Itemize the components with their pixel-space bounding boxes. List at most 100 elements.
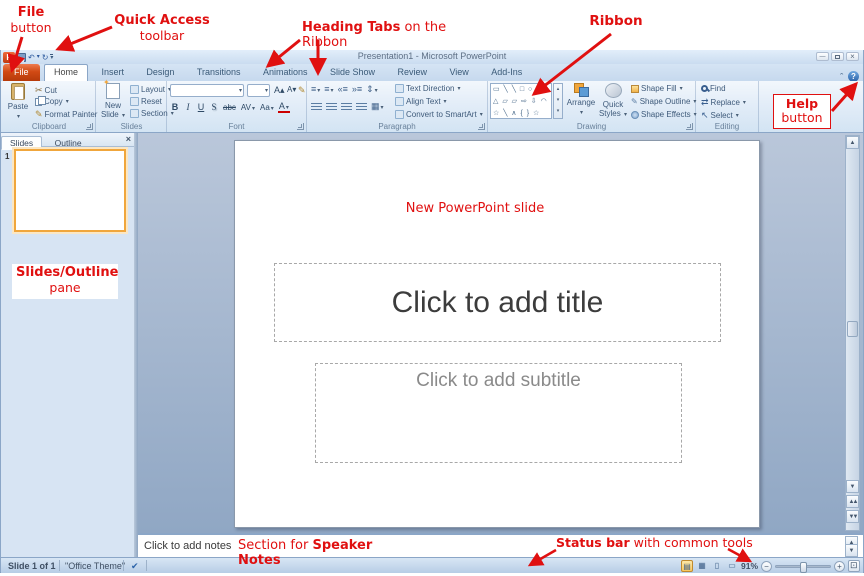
shape-effects-button[interactable]: Shape Effects — [631, 110, 697, 119]
notes-scrollbar[interactable]: ▲ ▼ — [845, 536, 860, 557]
font-dialog-launcher-icon[interactable] — [297, 123, 304, 130]
italic-button[interactable]: I — [183, 102, 193, 112]
select-button[interactable]: Select — [701, 110, 739, 121]
paragraph-dialog-launcher-icon[interactable] — [478, 123, 485, 130]
change-case-button[interactable]: Aa — [259, 103, 275, 112]
zoom-slider-thumb[interactable] — [800, 562, 807, 573]
align-right-icon[interactable] — [341, 103, 352, 111]
reset-button[interactable]: Reset — [130, 97, 162, 106]
shape-effects-icon — [631, 111, 639, 119]
tab-insert[interactable]: Insert — [92, 64, 133, 81]
convert-smartart-label: Convert to SmartArt — [406, 110, 477, 119]
tab-animations[interactable]: Animations — [254, 64, 317, 81]
notes-placeholder[interactable]: Click to add notes — [144, 540, 231, 552]
title-bar: P ▾ ▾ Presentation1 - Microsoft PowerPoi… — [1, 50, 863, 64]
line-spacing-icon[interactable]: ⇕ — [366, 85, 378, 94]
shapes-gallery[interactable]: ▭ ╲ ╲ □ ○ ▭△ ▱ ▱ ⇨ ⇩ ◠☆ ╲ ∧ { } ☆ — [490, 83, 552, 119]
copy-button[interactable]: Copy — [35, 97, 69, 106]
window-title: Presentation1 - Microsoft PowerPoint — [1, 51, 863, 61]
slides-group-label: Slides — [97, 122, 166, 131]
layout-button[interactable]: Layout — [130, 85, 171, 94]
cut-button[interactable]: Cut — [35, 85, 57, 96]
shrink-font-button[interactable]: A▾ — [286, 85, 297, 94]
clipboard-dialog-launcher-icon[interactable] — [86, 123, 93, 130]
paste-button[interactable]: Paste — [5, 83, 31, 120]
vertical-scrollbar[interactable]: ▲ ▼ ▲▲ ▼▼ — [845, 135, 860, 531]
format-painter-button[interactable]: Format Painter — [35, 109, 97, 120]
zoom-level[interactable]: 91% — [741, 561, 758, 571]
shape-fill-button[interactable]: Shape Fill — [631, 84, 683, 93]
text-shadow-button[interactable]: S — [209, 102, 219, 112]
new-slide-button[interactable]: New Slide — [99, 83, 127, 119]
find-button[interactable]: Find — [701, 84, 726, 93]
tab-view[interactable]: View — [440, 64, 477, 81]
zoom-out-icon[interactable]: − — [761, 561, 772, 572]
decrease-indent-icon[interactable]: «≡ — [338, 85, 348, 94]
slide-canvas[interactable]: Click to add title Click to add subtitle — [234, 140, 760, 528]
arrange-label: Arrange — [567, 98, 595, 107]
status-theme[interactable]: "Office Theme" — [65, 560, 125, 572]
subtitle-placeholder[interactable]: Click to add subtitle — [315, 363, 682, 463]
tab-home[interactable]: Home — [44, 64, 88, 81]
align-left-icon[interactable] — [311, 103, 322, 111]
restore-icon[interactable] — [831, 52, 844, 61]
columns-icon[interactable]: ▦ — [371, 102, 384, 111]
minimize-icon[interactable]: — — [816, 52, 829, 61]
slide-show-view-icon[interactable]: ▭ — [726, 560, 738, 572]
new-slide-icon — [106, 83, 120, 99]
underline-button[interactable]: U — [196, 102, 206, 112]
slides-tab[interactable]: Slides — [1, 136, 42, 150]
slide-sorter-view-icon[interactable]: ▦ — [696, 560, 708, 572]
title-placeholder-text: Click to add title — [392, 286, 604, 320]
previous-slide-icon[interactable]: ▲▲ — [846, 495, 859, 508]
notes-scroll-down-icon[interactable]: ▼ — [845, 544, 858, 557]
replace-button[interactable]: Replace — [701, 97, 746, 108]
text-direction-button[interactable]: Text Direction — [395, 84, 460, 93]
font-name-combo[interactable] — [170, 84, 244, 97]
font-color-button[interactable]: A — [278, 101, 290, 113]
annotation-help-line1: Help — [786, 96, 818, 111]
bold-button[interactable]: B — [170, 102, 180, 112]
align-text-button[interactable]: Align Text — [395, 97, 447, 106]
clear-formatting-button[interactable] — [298, 85, 306, 96]
scroll-up-icon[interactable]: ▲ — [846, 136, 859, 149]
pane-close-icon[interactable]: × — [126, 134, 131, 144]
slides-outline-pane: Slides Outline × 1 — [1, 133, 134, 557]
spell-check-icon[interactable] — [131, 560, 139, 572]
slide-thumbnail[interactable] — [14, 149, 126, 232]
help-icon[interactable]: ? — [848, 71, 859, 82]
tab-slide-show[interactable]: Slide Show — [321, 64, 384, 81]
zoom-slider[interactable] — [775, 565, 831, 568]
character-spacing-button[interactable]: AV — [240, 103, 256, 112]
arrange-button[interactable]: Arrange — [566, 83, 596, 116]
scrollbar-thumb[interactable] — [847, 321, 858, 337]
reading-view-icon[interactable]: ▯ — [711, 560, 723, 572]
tab-design[interactable]: Design — [137, 64, 183, 81]
justify-icon[interactable] — [356, 103, 367, 111]
tab-review[interactable]: Review — [388, 64, 436, 81]
fit-to-window-icon[interactable] — [848, 560, 860, 572]
convert-smartart-button[interactable]: Convert to SmartArt — [395, 110, 483, 119]
grow-font-button[interactable]: A▴ — [273, 85, 286, 96]
shape-outline-button[interactable]: Shape Outline — [631, 97, 696, 106]
next-slide-icon[interactable]: ▼▼ — [846, 510, 859, 523]
strikethrough-button[interactable]: abc — [222, 103, 237, 112]
tab-transitions[interactable]: Transitions — [188, 64, 250, 81]
scroll-down-icon[interactable]: ▼ — [846, 480, 859, 493]
title-placeholder[interactable]: Click to add title — [274, 263, 721, 342]
close-icon[interactable]: × — [846, 52, 859, 61]
replace-label: Replace — [711, 98, 740, 107]
numbering-icon[interactable]: ≡ — [324, 85, 333, 94]
drawing-dialog-launcher-icon[interactable] — [686, 123, 693, 130]
font-format-row: B I U S abc AV Aa A — [170, 101, 290, 113]
quick-styles-button[interactable]: Quick Styles — [598, 83, 628, 118]
normal-view-icon[interactable]: ▤ — [681, 560, 693, 572]
zoom-in-icon[interactable]: + — [834, 561, 845, 572]
bullets-icon[interactable]: ≡ — [311, 85, 320, 94]
shapes-gallery-scrollbar[interactable]: ▴▾▾ — [553, 83, 563, 119]
tab-file[interactable]: File — [3, 64, 40, 81]
font-size-combo[interactable] — [247, 84, 270, 97]
increase-indent-icon[interactable]: »≡ — [352, 85, 362, 94]
tab-add-ins[interactable]: Add-Ins — [482, 64, 531, 81]
align-center-icon[interactable] — [326, 103, 337, 111]
